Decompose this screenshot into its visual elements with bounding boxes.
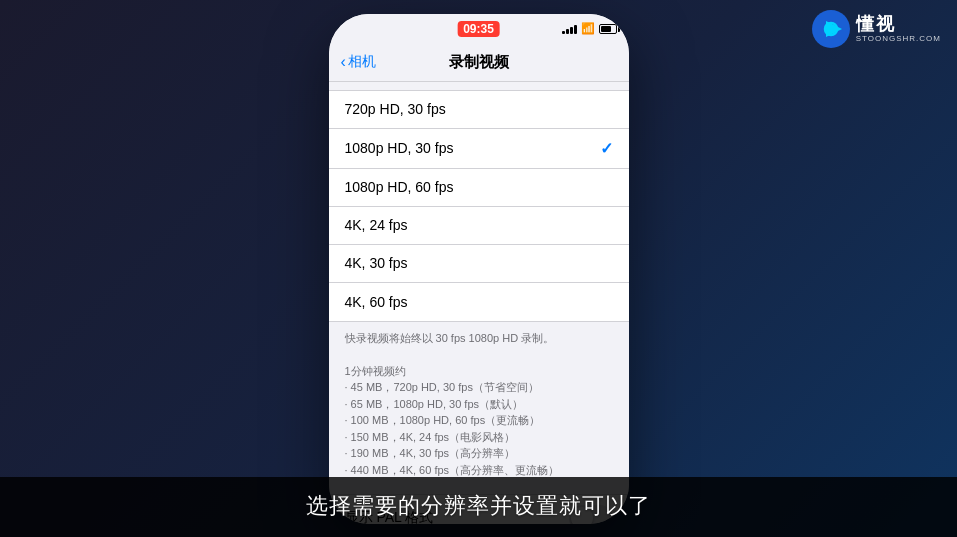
chevron-left-icon: ‹: [341, 54, 346, 70]
fast-capture-desc-section: 快录视频将始终以 30 fps 1080p HD 录制。 1分钟视频约 · 45…: [329, 322, 629, 487]
status-time: 09:35: [457, 21, 500, 36]
status-icons: 📶: [562, 22, 617, 35]
fast-capture-desc: 快录视频将始终以 30 fps 1080p HD 录制。 1分钟视频约 · 45…: [345, 330, 613, 479]
logo-text: 懂视 STOONGSHR.COM: [856, 15, 941, 44]
signal-icon: [562, 24, 577, 34]
checkmark-icon: ✓: [600, 139, 613, 158]
battery-icon: [599, 24, 617, 34]
logo-area: 懂视 STOONGSHR.COM: [812, 10, 941, 48]
option-4k-30: 4K, 30 fps: [345, 255, 408, 271]
list-item[interactable]: 1080p HD, 60 fps: [329, 169, 629, 207]
phone-frame: 09:35 📶 ‹ 相机 录制视频: [329, 14, 629, 524]
subtitle-text: 选择需要的分辨率并设置就可以了: [306, 493, 651, 518]
wifi-icon: 📶: [581, 22, 595, 35]
option-4k-24: 4K, 24 fps: [345, 217, 408, 233]
nav-title: 录制视频: [449, 53, 509, 72]
list-item[interactable]: 4K, 60 fps: [329, 283, 629, 321]
nav-back-button[interactable]: ‹ 相机: [341, 53, 376, 71]
logo-main-text: 懂视: [856, 15, 941, 35]
option-720p-30: 720p HD, 30 fps: [345, 101, 446, 117]
phone-wrapper: 09:35 📶 ‹ 相机 录制视频: [329, 14, 629, 524]
nav-back-label: 相机: [348, 53, 376, 71]
option-1080p-30: 1080p HD, 30 fps: [345, 140, 454, 156]
logo-sub-text: STOONGSHR.COM: [856, 35, 941, 44]
logo-icon: [812, 10, 850, 48]
list-item[interactable]: 720p HD, 30 fps: [329, 91, 629, 129]
status-bar: 09:35 📶: [329, 14, 629, 44]
video-options-list: 720p HD, 30 fps 1080p HD, 30 fps ✓ 1080p…: [329, 90, 629, 322]
list-item[interactable]: 4K, 24 fps: [329, 207, 629, 245]
option-1080p-60: 1080p HD, 60 fps: [345, 179, 454, 195]
list-item[interactable]: 4K, 30 fps: [329, 245, 629, 283]
list-item[interactable]: 1080p HD, 30 fps ✓: [329, 129, 629, 169]
status-time-red: 09:35: [457, 21, 500, 37]
content-area: 720p HD, 30 fps 1080p HD, 30 fps ✓ 1080p…: [329, 82, 629, 524]
subtitle-bar: 选择需要的分辨率并设置就可以了: [0, 477, 957, 537]
option-4k-60: 4K, 60 fps: [345, 294, 408, 310]
nav-bar: ‹ 相机 录制视频: [329, 44, 629, 82]
